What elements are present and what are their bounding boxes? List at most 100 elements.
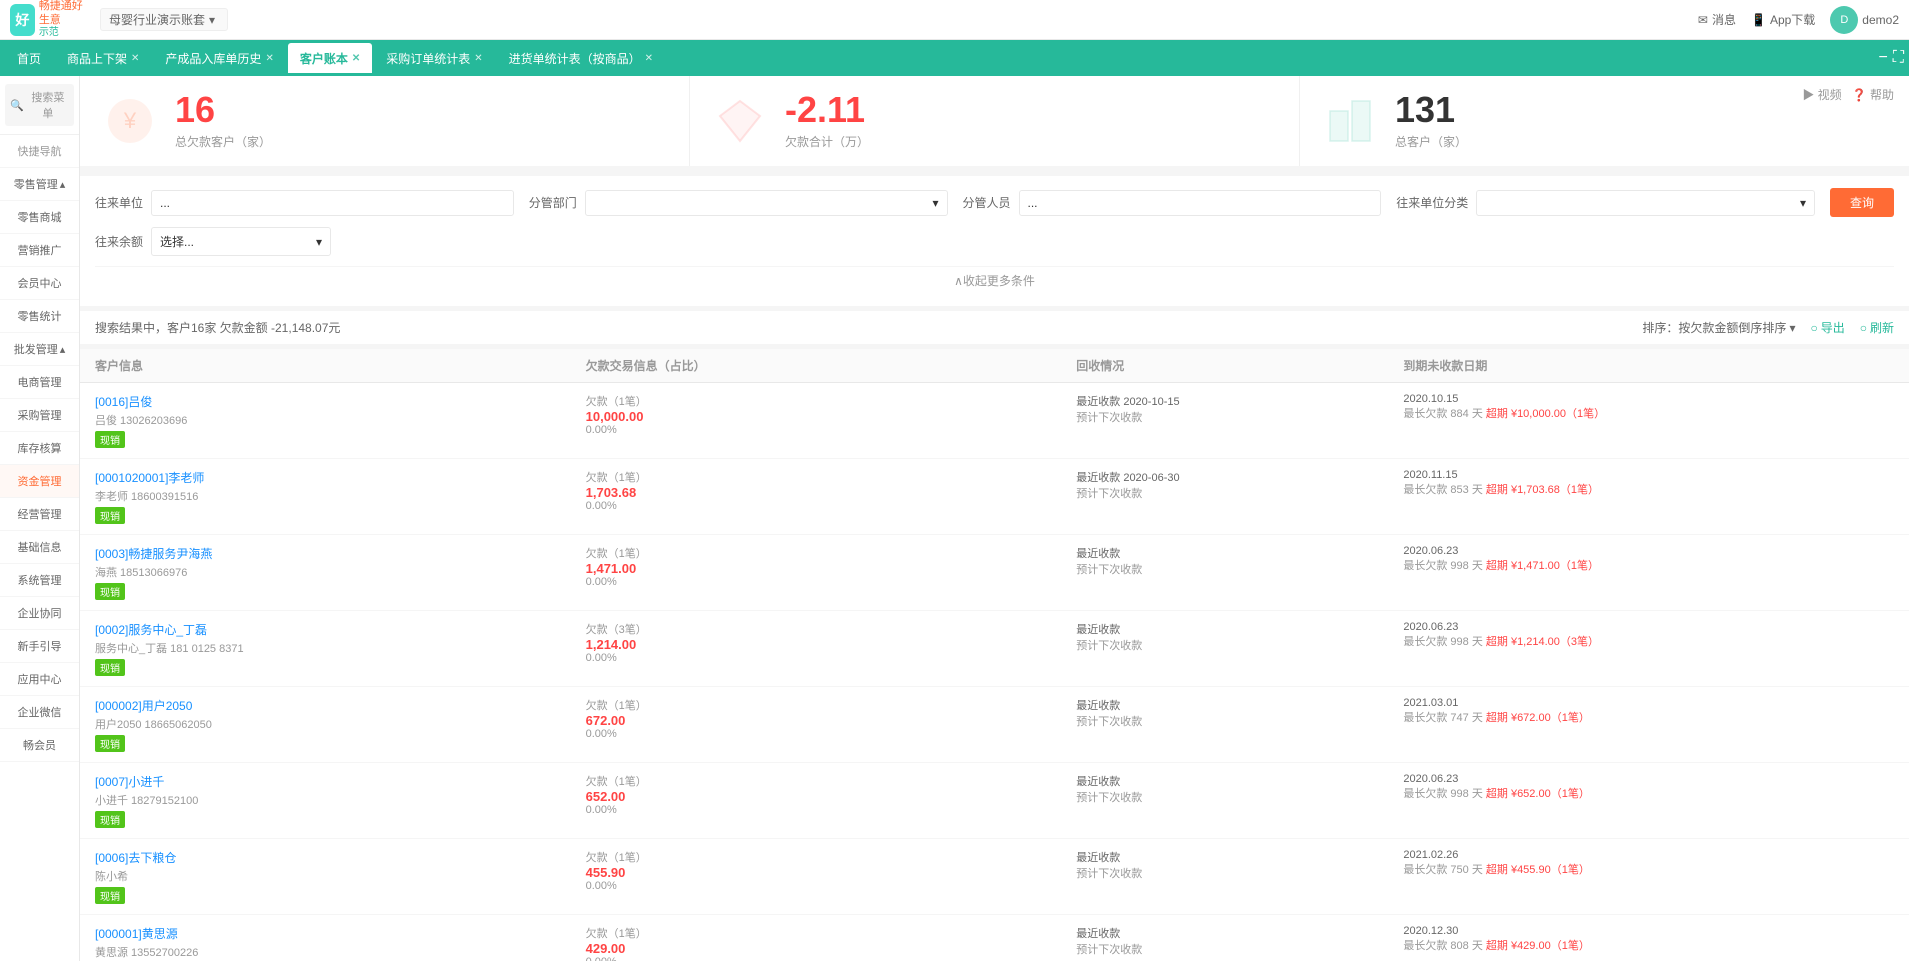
customer-name-4[interactable]: [000002]用户2050 bbox=[95, 697, 586, 714]
stat-customers-label: 总客户（家） bbox=[1395, 133, 1467, 150]
sidebar-item-batch-mgmt[interactable]: 批发管理▴ bbox=[0, 333, 79, 366]
table-header: 客户信息 欠款交易信息（占比） 回收情况 到期未收款日期 bbox=[80, 349, 1909, 383]
filter-partner: 往来单位 ... bbox=[95, 190, 514, 216]
table-row: [0007]小进千 小进千 18279152100 现销 欠款（1笔） 652.… bbox=[80, 763, 1909, 839]
tab-products[interactable]: 商品上下架 ✕ bbox=[55, 43, 151, 73]
export-btn[interactable]: ○ 导出 bbox=[1810, 319, 1844, 336]
dept-input[interactable]: ▾ bbox=[585, 190, 948, 216]
sidebar-item-inventory[interactable]: 库存核算 bbox=[0, 432, 79, 465]
collection-cell-4: 最近收款 预计下次收款 bbox=[1076, 697, 1403, 729]
balance-input[interactable]: 选择... ▾ bbox=[151, 227, 331, 256]
sidebar-item-apps[interactable]: 应用中心 bbox=[0, 663, 79, 696]
sort-btn[interactable]: 排序：按欠款金额倒序排序 ▾ bbox=[1642, 319, 1795, 336]
content-area: ¥ 16 总欠款客户（家） -2.11 欠款合计（万） bbox=[80, 76, 1909, 961]
results-bar: 搜索结果中，客户16家 欠款金额 -21,148.07元 排序：按欠款金额倒序排… bbox=[80, 311, 1909, 344]
customer-sub-4: 用户2050 18665062050 bbox=[95, 716, 586, 732]
customer-tag-4: 现销 bbox=[95, 735, 125, 752]
tab-products-close[interactable]: ✕ bbox=[131, 53, 139, 64]
building-icon bbox=[1320, 91, 1380, 151]
phone-icon: 📱 bbox=[1751, 13, 1766, 27]
table-row: [0002]服务中心_丁磊 服务中心_丁磊 181 0125 8371 现销 欠… bbox=[80, 611, 1909, 687]
overdue-amount-link-1[interactable]: 超期 ¥1,703.68（1笔） bbox=[1486, 484, 1599, 496]
tab-minimize-icon[interactable]: − bbox=[1878, 49, 1887, 67]
stat-debtors-value: 16 bbox=[175, 92, 271, 128]
sidebar-item-member[interactable]: 会员中心 bbox=[0, 267, 79, 300]
refresh-btn[interactable]: ○ 刷新 bbox=[1860, 319, 1894, 336]
tab-production[interactable]: 产成品入库单历史 ✕ bbox=[153, 43, 285, 73]
overdue-amount-link-6[interactable]: 超期 ¥455.90（1笔） bbox=[1486, 864, 1590, 876]
stat-customers-value: 131 bbox=[1395, 92, 1467, 128]
customer-cell-0: [0016]吕俊 吕俊 13026203696 现销 bbox=[95, 393, 586, 448]
sidebar-item-guide[interactable]: 新手引导 bbox=[0, 630, 79, 663]
customer-name-5[interactable]: [0007]小进千 bbox=[95, 773, 586, 790]
customer-sub-7: 黄思源 13552700226 bbox=[95, 944, 586, 960]
overdue-amount-link-5[interactable]: 超期 ¥652.00（1笔） bbox=[1486, 788, 1590, 800]
tab-expand-icon[interactable]: ⛶ bbox=[1893, 49, 1904, 67]
search-button[interactable]: 查询 bbox=[1830, 188, 1894, 217]
customer-sub-1: 李老师 18600391516 bbox=[95, 488, 586, 504]
sidebar-item-marketing[interactable]: 营销推广 bbox=[0, 234, 79, 267]
help-btn[interactable]: ❓ 帮助 bbox=[1852, 86, 1894, 103]
org-selector[interactable]: 母婴行业演示账套 ▾ bbox=[100, 8, 228, 31]
stat-card-actions: ▶ 视频 ❓ 帮助 bbox=[1802, 86, 1894, 103]
money-icon: ¥ bbox=[100, 91, 160, 151]
overdue-amount-link-3[interactable]: 超期 ¥1,214.00（3笔） bbox=[1486, 636, 1599, 648]
sidebar-item-ecommerce[interactable]: 电商管理 bbox=[0, 366, 79, 399]
sidebar-item-retail-store[interactable]: 零售商城 bbox=[0, 201, 79, 234]
tab-purchase[interactable]: 采购订单统计表 ✕ bbox=[374, 43, 494, 73]
person-input[interactable]: ... bbox=[1019, 190, 1382, 216]
customer-name-7[interactable]: [000001]黄思源 bbox=[95, 925, 586, 942]
filter-row-1: 往来单位 ... 分管部门 ▾ 分管人员 ... bbox=[95, 188, 1894, 217]
sidebar-item-basic[interactable]: 基础信息 bbox=[0, 531, 79, 564]
customer-name-0[interactable]: [0016]吕俊 bbox=[95, 393, 586, 410]
app-download-btn[interactable]: 📱 App下载 bbox=[1751, 11, 1815, 28]
overdue-amount-link-4[interactable]: 超期 ¥672.00（1笔） bbox=[1486, 712, 1590, 724]
sidebar-item-system[interactable]: 系统管理 bbox=[0, 564, 79, 597]
customer-sub-5: 小进千 18279152100 bbox=[95, 792, 586, 808]
stat-debt-info: -2.11 欠款合计（万） bbox=[785, 92, 869, 150]
search-menu-btn[interactable]: 🔍 搜索菜单 bbox=[5, 84, 74, 126]
tab-purchase-close[interactable]: ✕ bbox=[474, 53, 482, 64]
sidebar-item-enterprise[interactable]: 企业协同 bbox=[0, 597, 79, 630]
category-input[interactable]: ▾ bbox=[1476, 190, 1815, 216]
filter-collapse-btn[interactable]: ∧ 收起更多条件 bbox=[95, 266, 1894, 294]
customer-cell-6: [0006]去下粮仓 陈小希 现销 bbox=[95, 849, 586, 904]
customer-cell-1: [0001020001]李老师 李老师 18600391516 现销 bbox=[95, 469, 586, 524]
person-label: 分管人员 bbox=[963, 194, 1011, 211]
tab-stock-close[interactable]: ✕ bbox=[645, 53, 653, 64]
view-video-btn[interactable]: ▶ 视频 bbox=[1802, 86, 1841, 103]
overdue-cell-3: 2020.06.23 最长欠款 998 天 超期 ¥1,214.00（3笔） bbox=[1403, 621, 1894, 649]
sidebar-item-wecom[interactable]: 企业微信 bbox=[0, 696, 79, 729]
overdue-amount-link-0[interactable]: 超期 ¥10,000.00（1笔） bbox=[1486, 408, 1605, 420]
sidebar-item-finance[interactable]: 资金管理 bbox=[0, 465, 79, 498]
arrow-icon: ▴ bbox=[60, 178, 66, 191]
sidebar-item-retail-mgmt[interactable]: 零售管理▴ bbox=[0, 168, 79, 201]
tab-customer-close[interactable]: ✕ bbox=[352, 53, 360, 64]
collection-cell-3: 最近收款 预计下次收款 bbox=[1076, 621, 1403, 653]
overdue-amount-link-7[interactable]: 超期 ¥429.00（1笔） bbox=[1486, 940, 1590, 952]
user-area[interactable]: D demo2 bbox=[1830, 6, 1899, 34]
partner-label: 往来单位 bbox=[95, 194, 143, 211]
customer-name-6[interactable]: [0006]去下粮仓 bbox=[95, 849, 586, 866]
customer-name-1[interactable]: [0001020001]李老师 bbox=[95, 469, 586, 486]
collection-cell-0: 最近收款 2020-10-15 预计下次收款 bbox=[1076, 393, 1403, 425]
sidebar-item-vip[interactable]: 畅会员 bbox=[0, 729, 79, 762]
tab-customer[interactable]: 客户账本 ✕ bbox=[288, 43, 372, 73]
col-debt-info: 欠款交易信息（占比） bbox=[586, 357, 1077, 374]
sidebar-item-retail-stats[interactable]: 零售统计 bbox=[0, 300, 79, 333]
overdue-amount-link-2[interactable]: 超期 ¥1,471.00（1笔） bbox=[1486, 560, 1599, 572]
customer-cell-7: [000001]黄思源 黄思源 13552700226 现销 bbox=[95, 925, 586, 961]
sidebar-item-purchase-mgmt[interactable]: 采购管理 bbox=[0, 399, 79, 432]
sidebar-item-operations[interactable]: 经营管理 bbox=[0, 498, 79, 531]
message-btn[interactable]: ✉ 消息 bbox=[1698, 11, 1736, 28]
customer-name-2[interactable]: [0003]畅捷服务尹海燕 bbox=[95, 545, 586, 562]
table-row: [000001]黄思源 黄思源 13552700226 现销 欠款（1笔） 42… bbox=[80, 915, 1909, 961]
stat-debt-value: -2.11 bbox=[785, 92, 869, 128]
collection-cell-5: 最近收款 预计下次收款 bbox=[1076, 773, 1403, 805]
filter-row-2: 往来余额 选择... ▾ bbox=[95, 227, 1894, 256]
tab-home[interactable]: 首页 bbox=[5, 43, 53, 73]
tab-stock[interactable]: 进货单统计表（按商品） ✕ bbox=[497, 43, 665, 73]
partner-input[interactable]: ... bbox=[151, 190, 514, 216]
tab-production-close[interactable]: ✕ bbox=[265, 53, 273, 64]
customer-name-3[interactable]: [0002]服务中心_丁磊 bbox=[95, 621, 586, 638]
